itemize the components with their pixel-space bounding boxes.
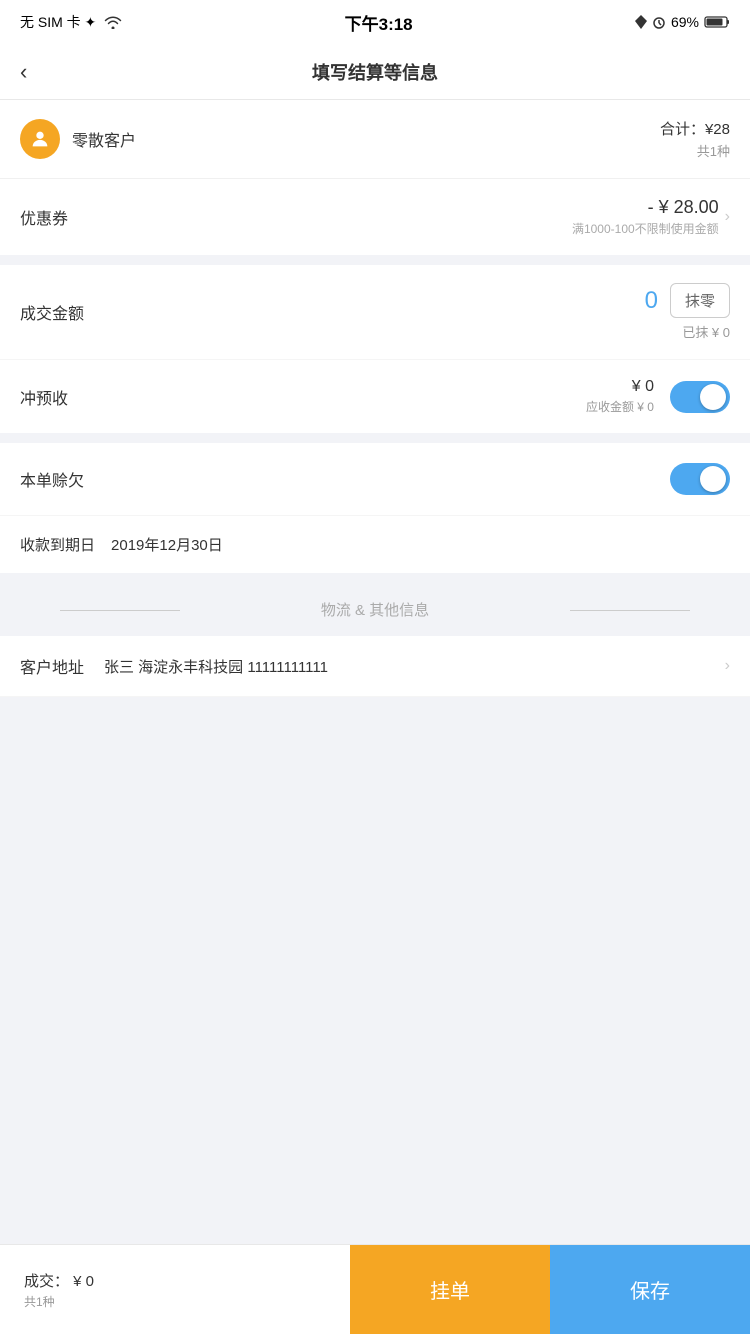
customer-name: 零散客户 bbox=[72, 127, 136, 151]
debt-section: 本单赊欠 收款到期日 2019年12月30日 bbox=[0, 443, 750, 573]
customer-right: 合计：¥28 共1种 bbox=[660, 118, 730, 160]
address-chevron-icon: › bbox=[725, 657, 730, 675]
coupon-description: 满1000-100不限制使用金额 bbox=[572, 220, 719, 237]
prepay-row: 冲预收 ¥ 0 应收金额 ¥ 0 bbox=[0, 360, 750, 433]
total-count: 共1种 bbox=[660, 141, 730, 160]
due-date-value: 2019年12月30日 bbox=[111, 534, 223, 555]
content: 零散客户 合计：¥28 共1种 优惠券 - ¥ 28.00 满1000-100不… bbox=[0, 100, 750, 997]
bottom-deal-count: 共1种 bbox=[24, 1293, 350, 1310]
debt-toggle[interactable] bbox=[670, 463, 730, 495]
no-sim-label: 无 SIM 卡 ✦ bbox=[20, 12, 96, 32]
customer-section: 零散客户 合计：¥28 共1种 优惠券 - ¥ 28.00 满1000-100不… bbox=[0, 100, 750, 255]
prepay-toggle[interactable] bbox=[670, 381, 730, 413]
location-icon bbox=[635, 15, 647, 29]
status-time: 下午3:18 bbox=[345, 10, 413, 35]
coupon-amount: - ¥ 28.00 bbox=[572, 197, 719, 218]
customer-left: 零散客户 bbox=[20, 119, 136, 159]
nav-bar: ‹ 填写结算等信息 bbox=[0, 44, 750, 100]
coupon-row[interactable]: 优惠券 - ¥ 28.00 满1000-100不限制使用金额 › bbox=[0, 178, 750, 255]
chevron-right-icon: › bbox=[725, 208, 730, 226]
status-bar: 无 SIM 卡 ✦ 下午3:18 69% bbox=[0, 0, 750, 44]
prepay-amount: ¥ 0 bbox=[586, 378, 654, 396]
deal-amount-row: 成交金额 抹零 已抹 ¥ 0 bbox=[0, 265, 750, 360]
back-button[interactable]: ‹ bbox=[20, 59, 27, 85]
due-date-row: 收款到期日 2019年12月30日 bbox=[0, 516, 750, 573]
deal-section: 成交金额 抹零 已抹 ¥ 0 冲预收 ¥ 0 应收金额 ¥ 0 bbox=[0, 265, 750, 433]
debt-row: 本单赊欠 bbox=[0, 443, 750, 516]
customer-avatar bbox=[20, 119, 60, 159]
round-zero-button[interactable]: 抹零 bbox=[670, 283, 730, 318]
logistics-header: 物流 & 其他信息 bbox=[0, 583, 750, 636]
address-label: 客户地址 bbox=[20, 654, 84, 678]
address-section: 客户地址 张三 海淀永丰科技园 11111111111 › bbox=[0, 636, 750, 697]
battery-icon bbox=[704, 15, 730, 29]
status-right: 69% bbox=[635, 14, 730, 30]
prepay-right: ¥ 0 应收金额 ¥ 0 bbox=[586, 378, 654, 415]
deal-amount-label: 成交金额 bbox=[20, 300, 84, 324]
prepay-receivable: 应收金额 ¥ 0 bbox=[586, 398, 654, 415]
battery-percent: 69% bbox=[671, 14, 699, 30]
save-button[interactable]: 保存 bbox=[550, 1245, 750, 1334]
bottom-deal-label: 成交： ¥ 0 bbox=[24, 1270, 350, 1291]
bottom-bar: 成交： ¥ 0 共1种 挂单 保存 bbox=[0, 1244, 750, 1334]
hang-button[interactable]: 挂单 bbox=[350, 1245, 550, 1334]
deal-amount-input[interactable] bbox=[578, 287, 658, 315]
bottom-deal-info: 成交： ¥ 0 共1种 bbox=[0, 1270, 350, 1310]
address-row[interactable]: 客户地址 张三 海淀永丰科技园 11111111111 › bbox=[0, 636, 750, 697]
empty-space bbox=[0, 707, 750, 907]
deal-amount-controls: 抹零 bbox=[578, 283, 730, 318]
coupon-label: 优惠券 bbox=[20, 205, 68, 229]
prepay-label: 冲预收 bbox=[20, 385, 68, 409]
address-value: 张三 海淀永丰科技园 11111111111 bbox=[104, 656, 717, 677]
logistics-title: 物流 & 其他信息 bbox=[321, 602, 429, 619]
wifi-icon bbox=[104, 15, 122, 29]
page-title: 填写结算等信息 bbox=[312, 59, 438, 85]
due-date-label: 收款到期日 bbox=[20, 534, 95, 555]
total-amount: 合计：¥28 bbox=[660, 118, 730, 139]
coupon-right: - ¥ 28.00 满1000-100不限制使用金额 bbox=[572, 197, 719, 237]
already-rounded: 已抹 ¥ 0 bbox=[578, 322, 730, 341]
deal-amount-right: 抹零 已抹 ¥ 0 bbox=[578, 283, 730, 341]
status-left: 无 SIM 卡 ✦ bbox=[20, 12, 122, 32]
customer-row: 零散客户 合计：¥28 共1种 bbox=[0, 100, 750, 178]
alarm-icon bbox=[652, 15, 666, 29]
debt-label: 本单赊欠 bbox=[20, 467, 84, 491]
